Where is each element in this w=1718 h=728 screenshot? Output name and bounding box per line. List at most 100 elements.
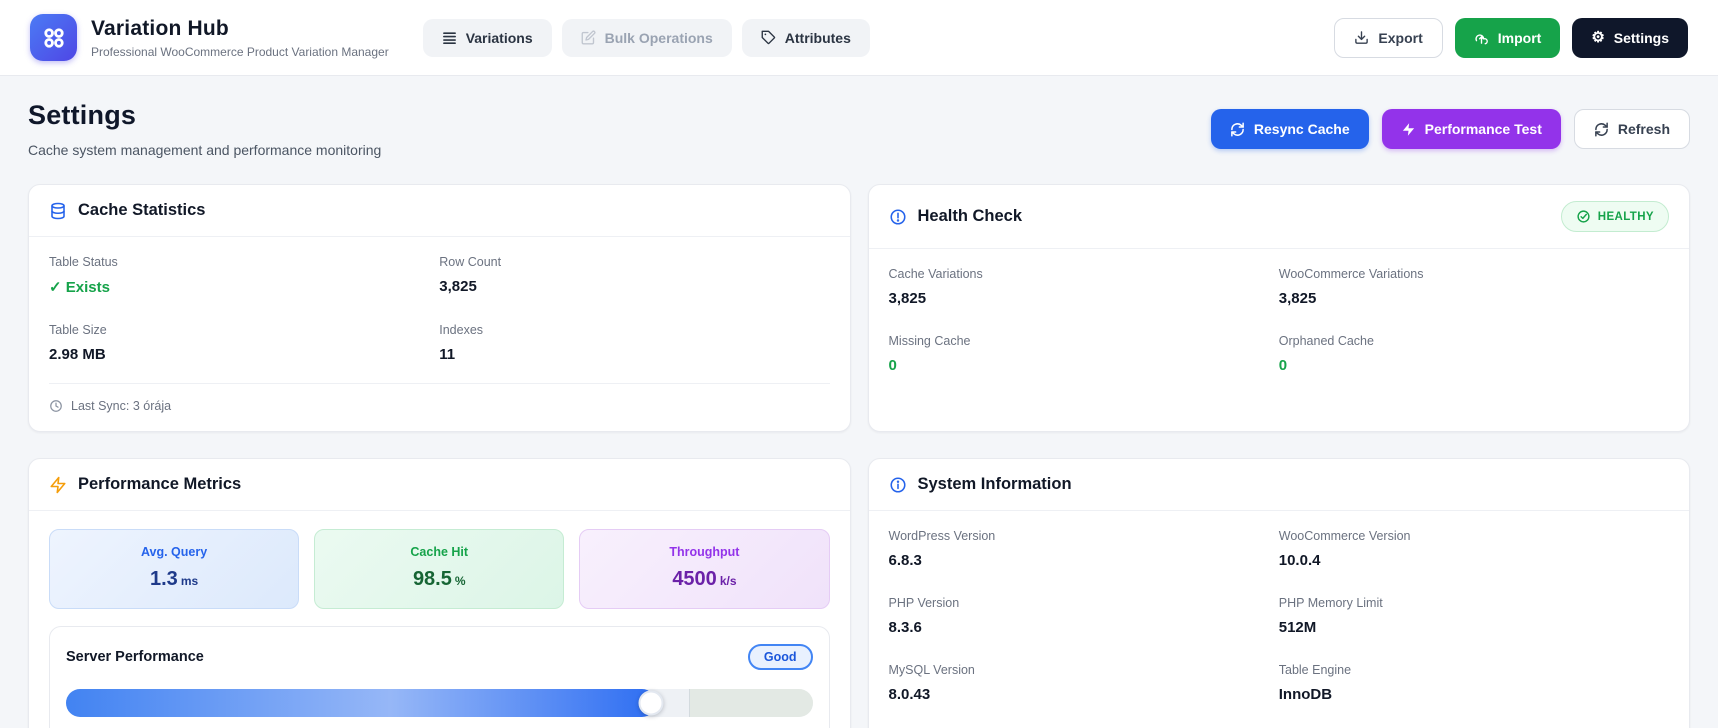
settings-label: Settings [1614, 30, 1669, 46]
export-button[interactable]: Export [1334, 18, 1442, 58]
field-php-memory-limit: PHP Memory Limit 512M [1279, 596, 1669, 636]
metric-value: 1.3ms [60, 568, 288, 591]
health-check-header: Health Check HEALTHY [869, 185, 1690, 249]
cache-statistics-title: Cache Statistics [78, 201, 205, 220]
server-performance-title: Server Performance [66, 649, 204, 665]
alert-circle-icon [889, 208, 907, 226]
nav-attributes-label: Attributes [785, 30, 851, 46]
cache-statistics-card: Cache Statistics Table Status ✓ Exists R… [28, 184, 851, 432]
system-information-card: System Information WordPress Version 6.8… [868, 458, 1691, 728]
metric-label: Avg. Query [60, 545, 288, 559]
cards-grid: Cache Statistics Table Status ✓ Exists R… [28, 184, 1690, 728]
settings-button[interactable]: ⚙ Settings [1572, 18, 1688, 58]
page-title: Settings [28, 100, 381, 131]
field-indexes: Indexes 11 [439, 323, 829, 363]
field-label: MySQL Version [889, 663, 1279, 677]
brand-text: Variation Hub Professional WooCommerce P… [91, 17, 389, 59]
field-orphaned-cache: Orphaned Cache 0 [1279, 334, 1669, 374]
zap-icon [1401, 122, 1416, 137]
download-icon [1354, 30, 1369, 45]
app-header: Variation Hub Professional WooCommerce P… [0, 0, 1718, 76]
field-row-count: Row Count 3,825 [439, 255, 829, 296]
performance-test-button[interactable]: Performance Test [1382, 109, 1561, 149]
field-value: 6.8.3 [889, 552, 1279, 569]
performance-metrics-header: Performance Metrics [29, 459, 850, 511]
nav-bulk-operations-button[interactable]: Bulk Operations [562, 19, 732, 57]
field-value: 11 [439, 346, 829, 363]
info-icon [889, 476, 907, 494]
performance-metrics-card: Performance Metrics Avg. Query 1.3ms Cac… [28, 458, 851, 728]
field-label: Row Count [439, 255, 829, 269]
check-circle-icon [1576, 209, 1591, 224]
brand: Variation Hub Professional WooCommerce P… [30, 14, 389, 61]
nav-attributes-button[interactable]: Attributes [742, 19, 870, 57]
app-logo [30, 14, 77, 61]
field-label: Table Size [49, 323, 439, 337]
slider-fill [66, 689, 656, 717]
refresh-button[interactable]: Refresh [1574, 109, 1690, 149]
performance-test-label: Performance Test [1425, 121, 1542, 137]
field-mysql-version: MySQL Version 8.0.43 [889, 663, 1279, 703]
resync-cache-label: Resync Cache [1254, 121, 1350, 137]
refresh-label: Refresh [1618, 121, 1670, 137]
cache-statistics-fields: Table Status ✓ Exists Row Count 3,825 Ta… [49, 255, 830, 363]
field-table-size: Table Size 2.98 MB [49, 323, 439, 363]
metric-value: 4500k/s [590, 568, 818, 591]
health-check-title: Health Check [918, 207, 1023, 226]
slider-threshold-mark [689, 689, 690, 717]
field-label: Table Engine [1279, 663, 1669, 677]
gear-icon: ⚙ [1591, 30, 1604, 45]
health-check-fields: Cache Variations 3,825 WooCommerce Varia… [889, 267, 1670, 374]
performance-metrics-title: Performance Metrics [78, 475, 241, 494]
field-value: 3,825 [1279, 290, 1669, 307]
last-sync: Last Sync: 3 órája [49, 383, 830, 413]
metric-value: 98.5% [325, 568, 553, 591]
server-performance-header: Server Performance Good [66, 644, 813, 670]
page-subtitle: Cache system management and performance … [28, 142, 381, 158]
cache-statistics-header: Cache Statistics [29, 185, 850, 237]
export-label: Export [1378, 30, 1422, 46]
slider-knob[interactable] [638, 691, 663, 716]
field-label: PHP Memory Limit [1279, 596, 1669, 610]
field-value: 0 [1279, 357, 1669, 374]
page-head: Settings Cache system management and per… [28, 100, 1690, 158]
field-value: 8.0.43 [889, 686, 1279, 703]
field-woocommerce-version: WooCommerce Version 10.0.4 [1279, 529, 1669, 569]
refresh-icon [1594, 122, 1609, 137]
list-icon [442, 30, 457, 45]
field-cache-variations: Cache Variations 3,825 [889, 267, 1279, 307]
field-label: WooCommerce Variations [1279, 267, 1669, 281]
app-title: Variation Hub [91, 17, 389, 41]
metric-cache-hit: Cache Hit 98.5% [314, 529, 564, 609]
nav-bulk-operations-label: Bulk Operations [605, 30, 713, 46]
field-value: 3,825 [439, 278, 829, 295]
performance-metrics-body: Avg. Query 1.3ms Cache Hit 98.5% Through… [29, 511, 850, 728]
field-missing-cache: Missing Cache 0 [889, 334, 1279, 374]
health-check-card: Health Check HEALTHY Cache Variations 3,… [868, 184, 1691, 432]
metric-tiles: Avg. Query 1.3ms Cache Hit 98.5% Through… [49, 529, 830, 609]
field-value: 8.3.6 [889, 619, 1279, 636]
field-label: WordPress Version [889, 529, 1279, 543]
system-information-title: System Information [918, 475, 1072, 494]
clock-icon [49, 399, 63, 413]
server-performance-panel: Server Performance Good Response Time 80… [49, 626, 830, 728]
metric-avg-query: Avg. Query 1.3ms [49, 529, 299, 609]
healthy-status-badge: HEALTHY [1561, 201, 1669, 232]
page-actions: Resync Cache Performance Test Refresh [1211, 109, 1690, 149]
nav-variations-label: Variations [466, 30, 533, 46]
server-performance-slider[interactable] [66, 689, 813, 717]
metric-unit: % [455, 574, 466, 588]
field-value: 0 [889, 357, 1279, 374]
resync-cache-button[interactable]: Resync Cache [1211, 109, 1369, 149]
field-value: 3,825 [889, 290, 1279, 307]
slider-track-right [689, 689, 812, 717]
field-label: Missing Cache [889, 334, 1279, 348]
import-button[interactable]: Import [1455, 18, 1561, 58]
system-information-body: WordPress Version 6.8.3 WooCommerce Vers… [869, 511, 1690, 721]
system-information-fields: WordPress Version 6.8.3 WooCommerce Vers… [889, 529, 1670, 703]
nav-variations-button[interactable]: Variations [423, 19, 552, 57]
app-subtitle: Professional WooCommerce Product Variati… [91, 45, 389, 59]
grid-icon [41, 25, 67, 51]
metric-label: Throughput [590, 545, 818, 559]
field-wordpress-version: WordPress Version 6.8.3 [889, 529, 1279, 569]
